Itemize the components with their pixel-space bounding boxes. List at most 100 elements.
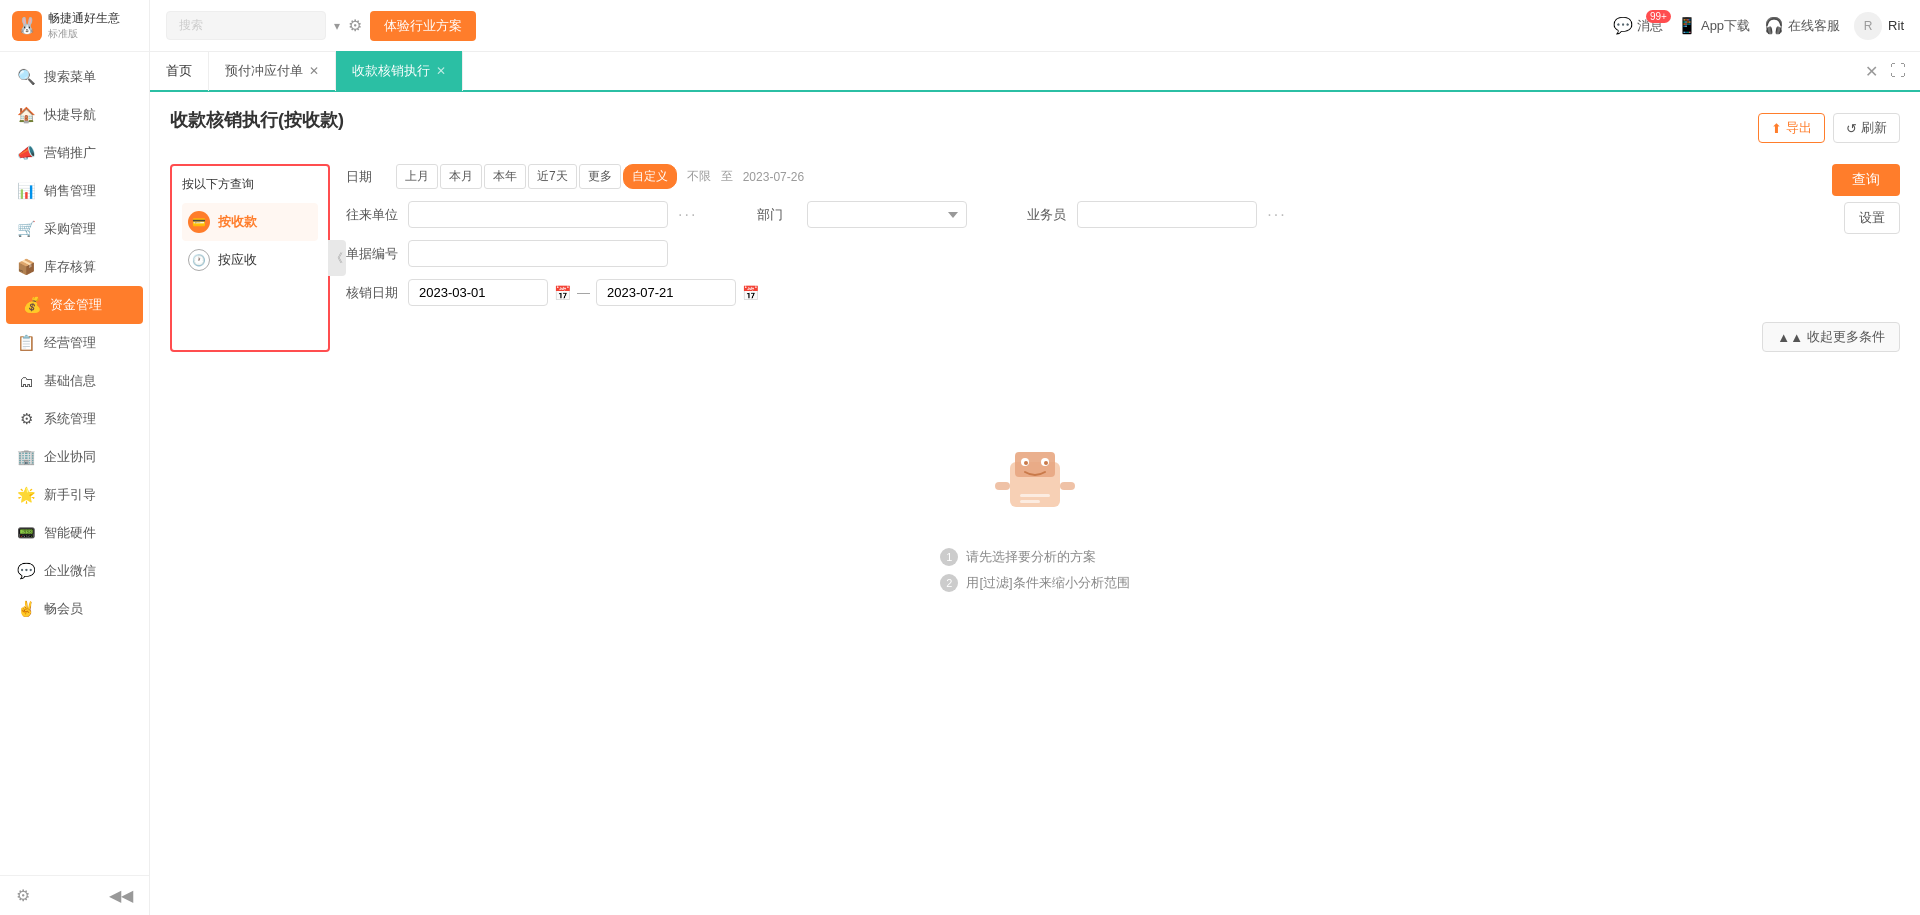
expand-tab-button[interactable]: ⛶ (1884, 58, 1912, 84)
sidebar-item-member[interactable]: ✌ 畅会员 (0, 590, 149, 628)
export-icon: ⬆ (1771, 121, 1782, 136)
writeoff-date-from-input[interactable] (408, 279, 548, 306)
filter-panel-title: 按以下方查询 (182, 176, 318, 193)
date-buttons: 上月 本月 本年 近7天 更多 自定义 (396, 164, 677, 189)
date-label: 日期 (346, 168, 386, 186)
date-curr-year-button[interactable]: 本年 (484, 164, 526, 189)
topbar-gear-icon[interactable]: ⚙ (348, 16, 362, 35)
writeoff-date-to-input[interactable] (596, 279, 736, 306)
search-icon: 🔍 (16, 68, 36, 86)
service-icon: 🎧 (1764, 16, 1784, 35)
member-icon: ✌ (16, 600, 36, 618)
close-tab-button[interactable]: ✕ (1859, 58, 1884, 85)
step-1-number: 1 (940, 548, 958, 566)
tab-prepay[interactable]: 预付冲应付单 ✕ (209, 51, 336, 91)
enterprise-icon: 🏢 (16, 448, 36, 466)
dept-label: 部门 (757, 206, 797, 224)
writeoff-date-label: 核销日期 (346, 284, 398, 302)
svg-rect-9 (1020, 500, 1040, 503)
date-curr-month-button[interactable]: 本月 (440, 164, 482, 189)
date-separator: 至 (721, 168, 733, 185)
tab-close-receipt-writeoff[interactable]: ✕ (436, 64, 446, 78)
page: 收款核销执行(按收款) ⬆ 导出 ↺ 刷新 按以下方查询 (150, 92, 1920, 915)
sidebar-nav: 🔍 搜索菜单 🏠 快捷导航 📣 营销推广 📊 销售管理 🛒 采购管理 📦 库存核… (0, 52, 149, 875)
tabbar-actions: ✕ ⛶ (1859, 58, 1920, 85)
purchase-icon: 🛒 (16, 220, 36, 238)
message-button[interactable]: 💬 99+ 消息 (1613, 16, 1663, 35)
wechat-icon: 💬 (16, 562, 36, 580)
filter-area: 按以下方查询 💳 按收款 🕐 按应收 《 (170, 164, 1900, 352)
hardware-icon: 📟 (16, 524, 36, 542)
sidebar: 🐰 畅捷通好生意 标准版 🔍 搜索菜单 🏠 快捷导航 📣 营销推广 📊 销售管理… (0, 0, 150, 915)
sidebar-item-guide[interactable]: 🌟 新手引导 (0, 476, 149, 514)
online-service-button[interactable]: 🎧 在线客服 (1764, 16, 1840, 35)
date-more-button[interactable]: 更多 (579, 164, 621, 189)
writeoff-date-to-calendar-icon[interactable]: 📅 (742, 285, 759, 301)
topbar: 搜索 ▾ ⚙ 体验行业方案 💬 99+ 消息 📱 App下载 🎧 在线客服 R … (150, 0, 1920, 52)
home-icon: 🏠 (16, 106, 36, 124)
sidebar-item-finance[interactable]: 💰 资金管理 (6, 286, 143, 324)
sidebar-item-basic-info[interactable]: 🗂 基础信息 (0, 362, 149, 400)
filter-by-receivable[interactable]: 🕐 按应收 (182, 241, 318, 279)
sidebar-item-search[interactable]: 🔍 搜索菜单 (0, 58, 149, 96)
business-icon: 📋 (16, 334, 36, 352)
partner-input[interactable] (408, 201, 668, 228)
date-to-value: 2023-07-26 (743, 170, 804, 184)
industry-solution-button[interactable]: 体验行业方案 (370, 11, 476, 41)
collapse-sidebar-icon[interactable]: ◀◀ (109, 886, 133, 905)
topbar-right: 💬 99+ 消息 📱 App下载 🎧 在线客服 R Rit (1613, 12, 1904, 40)
settings-button[interactable]: 设置 (1844, 202, 1900, 234)
sidebar-item-inventory[interactable]: 📦 库存核算 (0, 248, 149, 286)
refresh-button[interactable]: ↺ 刷新 (1833, 113, 1900, 143)
collapse-more-button[interactable]: ▲▲ 收起更多条件 (1762, 322, 1900, 352)
dept-select[interactable] (807, 201, 967, 228)
salesman-dots[interactable]: ··· (1267, 206, 1286, 224)
topbar-left: 搜索 ▾ ⚙ 体验行业方案 (166, 11, 476, 41)
writeoff-date-from-calendar-icon[interactable]: 📅 (554, 285, 571, 301)
user-menu[interactable]: R Rit (1854, 12, 1904, 40)
logo-text: 畅捷通好生意 标准版 (48, 11, 120, 40)
collapse-filter-panel-button[interactable]: 《 (328, 240, 346, 276)
sidebar-item-hardware[interactable]: 📟 智能硬件 (0, 514, 149, 552)
message-badge: 99+ (1646, 10, 1671, 23)
empty-steps: 1 请先选择要分析的方案 2 用[过滤]条件来缩小分析范围 (940, 548, 1129, 592)
svg-point-5 (1044, 461, 1048, 465)
sidebar-item-sales[interactable]: 📊 销售管理 (0, 172, 149, 210)
sidebar-item-wechat[interactable]: 💬 企业微信 (0, 552, 149, 590)
sidebar-item-enterprise[interactable]: 🏢 企业协同 (0, 438, 149, 476)
svg-rect-8 (1020, 494, 1050, 497)
page-content: 收款核销执行(按收款) ⬆ 导出 ↺ 刷新 按以下方查询 (150, 92, 1920, 915)
partner-dots[interactable]: ··· (678, 206, 697, 224)
sidebar-item-business[interactable]: 📋 经营管理 (0, 324, 149, 362)
sidebar-item-quick-nav[interactable]: 🏠 快捷导航 (0, 96, 149, 134)
basic-info-icon: 🗂 (16, 373, 36, 390)
date-last7days-button[interactable]: 近7天 (528, 164, 577, 189)
app-logo: 🐰 畅捷通好生意 标准版 (0, 0, 149, 52)
system-icon: ⚙ (16, 410, 36, 428)
collapse-more-area: ▲▲ 收起更多条件 (346, 322, 1900, 352)
salesman-input[interactable] (1077, 201, 1257, 228)
tab-home[interactable]: 首页 (150, 51, 209, 91)
filter-by-receipt[interactable]: 💳 按收款 (182, 203, 318, 241)
query-button[interactable]: 查询 (1832, 164, 1900, 196)
sales-icon: 📊 (16, 182, 36, 200)
sidebar-item-system[interactable]: ⚙ 系统管理 (0, 400, 149, 438)
topbar-dropdown-icon[interactable]: ▾ (334, 19, 340, 33)
tab-close-prepay[interactable]: ✕ (309, 64, 319, 78)
sidebar-item-marketing[interactable]: 📣 营销推广 (0, 134, 149, 172)
empty-step-1: 1 请先选择要分析的方案 (940, 548, 1129, 566)
date-no-limit-text: 不限 (687, 168, 711, 185)
sidebar-item-purchase[interactable]: 🛒 采购管理 (0, 210, 149, 248)
guide-icon: 🌟 (16, 486, 36, 504)
date-custom-button[interactable]: 自定义 (623, 164, 677, 189)
export-button[interactable]: ⬆ 导出 (1758, 113, 1825, 143)
app-download-button[interactable]: 📱 App下载 (1677, 16, 1750, 35)
settings-icon[interactable]: ⚙ (16, 886, 30, 905)
tab-receipt-writeoff[interactable]: 收款核销执行 ✕ (336, 51, 463, 91)
docno-filter-row: 单据编号 (346, 240, 1816, 267)
query-actions: 查询 设置 (1832, 164, 1900, 234)
marketing-icon: 📣 (16, 144, 36, 162)
writeoff-date-row: 核销日期 📅 — 📅 (346, 279, 1816, 306)
date-prev-month-button[interactable]: 上月 (396, 164, 438, 189)
docno-input[interactable] (408, 240, 668, 267)
